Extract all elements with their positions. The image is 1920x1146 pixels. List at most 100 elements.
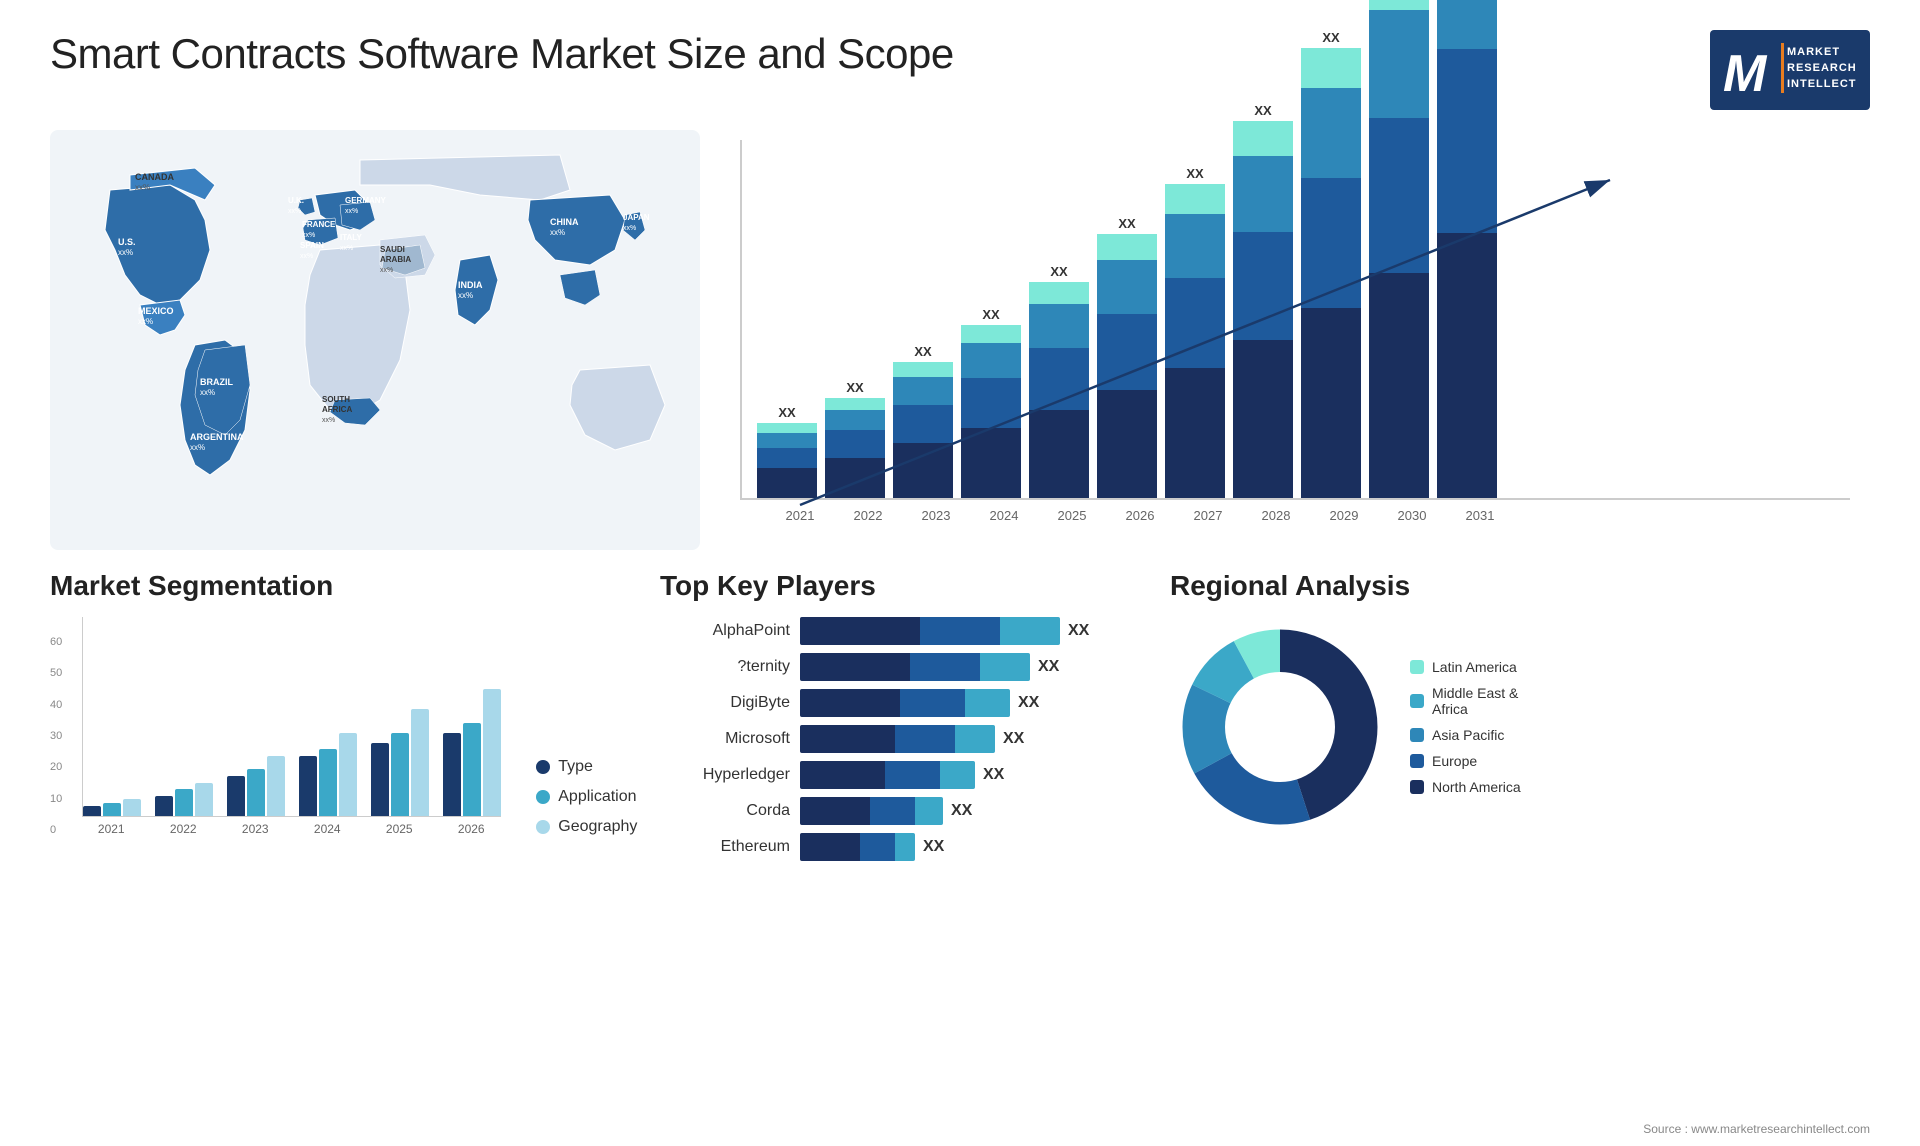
dot-asia-pacific — [1410, 728, 1424, 742]
svg-text:INTELLECT: INTELLECT — [1787, 78, 1857, 90]
player-bar-ethereum: XX — [800, 833, 944, 861]
svg-text:U.K.: U.K. — [288, 196, 304, 205]
player-name-digibyte: DigiByte — [660, 694, 790, 712]
bar-chart-inner: XX XX — [740, 140, 1850, 500]
svg-text:xx%: xx% — [138, 317, 153, 326]
seg-x-labels: 2021 2022 2023 2024 2025 2026 — [82, 822, 501, 836]
svg-text:xx%: xx% — [340, 245, 353, 252]
svg-text:U.S.: U.S. — [118, 237, 136, 247]
legend-geography-dot — [536, 820, 550, 834]
bar-2021: XX — [757, 405, 817, 498]
svg-text:INDIA: INDIA — [458, 280, 483, 290]
bar-2030: XX — [1369, 0, 1429, 498]
svg-text:xx%: xx% — [302, 232, 315, 239]
svg-text:ITALY: ITALY — [340, 233, 362, 242]
svg-text:xx%: xx% — [623, 225, 636, 232]
player-name-eternity: ?ternity — [660, 658, 790, 676]
x-axis-labels: 2021 2022 2023 2024 2025 2026 2027 2028 … — [740, 500, 1850, 523]
label-asia-pacific: Asia Pacific — [1432, 727, 1504, 743]
logo-box: M MARKET RESEARCH INTELLECT — [1710, 30, 1870, 110]
regional-legend: Latin America Middle East &Africa Asia P… — [1410, 659, 1521, 795]
dot-north-america — [1410, 780, 1424, 794]
player-row-eternity: ?ternity XX — [660, 653, 1140, 681]
svg-text:xx%: xx% — [300, 253, 313, 260]
segmentation-title: Market Segmentation — [50, 570, 630, 602]
bar-2023: XX — [893, 344, 953, 498]
seg-bars-container — [82, 617, 501, 817]
player-bar-microsoft: XX — [800, 725, 1024, 753]
segmentation-legend: Type Application Geography — [536, 758, 637, 836]
player-bar-alphapoint: XX — [800, 617, 1089, 645]
page-container: Smart Contracts Software Market Size and… — [0, 0, 1920, 1146]
bar-2029: XX — [1301, 30, 1361, 498]
source-text: Source : www.marketresearchintellect.com — [1643, 1122, 1870, 1136]
regional-title: Regional Analysis — [1170, 570, 1870, 602]
bar-2026: XX — [1097, 216, 1157, 498]
player-name-microsoft: Microsoft — [660, 730, 790, 748]
seg-group-2021 — [83, 799, 141, 816]
player-bar-hyperledger: XX — [800, 761, 1004, 789]
svg-text:JAPAN: JAPAN — [623, 213, 650, 222]
label-latin-america: Latin America — [1432, 659, 1517, 675]
player-row-alphapoint: AlphaPoint XX — [660, 617, 1140, 645]
label-middle-east: Middle East &Africa — [1432, 685, 1518, 717]
bottom-row: Market Segmentation 0 10 20 30 40 50 60 — [50, 570, 1870, 861]
bar-chart-section: XX XX — [730, 130, 1870, 550]
legend-asia-pacific: Asia Pacific — [1410, 727, 1521, 743]
svg-text:xx%: xx% — [380, 267, 393, 274]
legend-europe: Europe — [1410, 753, 1521, 769]
svg-text:ARGENTINA: ARGENTINA — [190, 432, 244, 442]
svg-text:ARABIA: ARABIA — [380, 255, 411, 264]
bar-2022: XX — [825, 380, 885, 498]
seg-group-2024 — [299, 733, 357, 816]
svg-text:AFRICA: AFRICA — [322, 405, 352, 414]
world-map-svg: CANADA xx% U.S. xx% MEXICO xx% BRAZIL xx… — [50, 130, 700, 550]
dot-latin-america — [1410, 660, 1424, 674]
segmentation-content: 0 10 20 30 40 50 60 — [50, 617, 630, 836]
svg-text:FRANCE: FRANCE — [302, 220, 336, 229]
player-row-digibyte: DigiByte XX — [660, 689, 1140, 717]
logo-svg: M MARKET RESEARCH INTELLECT — [1715, 33, 1865, 108]
seg-group-2026 — [443, 689, 501, 816]
donut-chart-svg — [1170, 617, 1390, 837]
player-bars-container: AlphaPoint XX ?ternity — [660, 617, 1140, 861]
map-section: CANADA xx% U.S. xx% MEXICO xx% BRAZIL xx… — [50, 130, 700, 550]
svg-text:RESEARCH: RESEARCH — [1787, 62, 1857, 74]
player-row-microsoft: Microsoft XX — [660, 725, 1140, 753]
player-name-alphapoint: AlphaPoint — [660, 622, 790, 640]
svg-text:CHINA: CHINA — [550, 217, 579, 227]
legend-type-label: Type — [558, 758, 593, 776]
player-bar-eternity: XX — [800, 653, 1059, 681]
player-row-ethereum: Ethereum XX — [660, 833, 1140, 861]
bar-2024: XX — [961, 307, 1021, 498]
legend-north-america: North America — [1410, 779, 1521, 795]
label-north-america: North America — [1432, 779, 1521, 795]
svg-text:xx%: xx% — [550, 228, 565, 237]
player-row-corda: Corda XX — [660, 797, 1140, 825]
svg-text:GERMANY: GERMANY — [345, 196, 387, 205]
label-europe: Europe — [1432, 753, 1477, 769]
bar-2027: XX — [1165, 166, 1225, 498]
svg-text:xx%: xx% — [288, 208, 301, 215]
player-name-corda: Corda — [660, 802, 790, 820]
bar-2031: XX — [1437, 0, 1497, 498]
seg-group-2023 — [227, 756, 285, 816]
header: Smart Contracts Software Market Size and… — [50, 30, 1870, 110]
legend-application-label: Application — [558, 788, 636, 806]
seg-group-2022 — [155, 783, 213, 816]
svg-text:SPAIN: SPAIN — [300, 241, 324, 250]
y-axis: 0 10 20 30 40 50 60 — [50, 636, 62, 836]
legend-geography-label: Geography — [558, 818, 637, 836]
player-name-ethereum: Ethereum — [660, 838, 790, 856]
player-name-hyperledger: Hyperledger — [660, 766, 790, 784]
svg-text:xx%: xx% — [190, 443, 205, 452]
player-bar-corda: XX — [800, 797, 972, 825]
svg-text:SOUTH: SOUTH — [322, 395, 350, 404]
legend-type: Type — [536, 758, 637, 776]
svg-text:xx%: xx% — [345, 208, 358, 215]
svg-text:xx%: xx% — [200, 388, 215, 397]
seg-bars-wrapper: 2021 2022 2023 2024 2025 2026 — [82, 617, 501, 836]
svg-text:xx%: xx% — [135, 183, 150, 192]
bar-chart-wrapper: XX XX — [740, 140, 1850, 540]
dot-middle-east — [1410, 694, 1424, 708]
